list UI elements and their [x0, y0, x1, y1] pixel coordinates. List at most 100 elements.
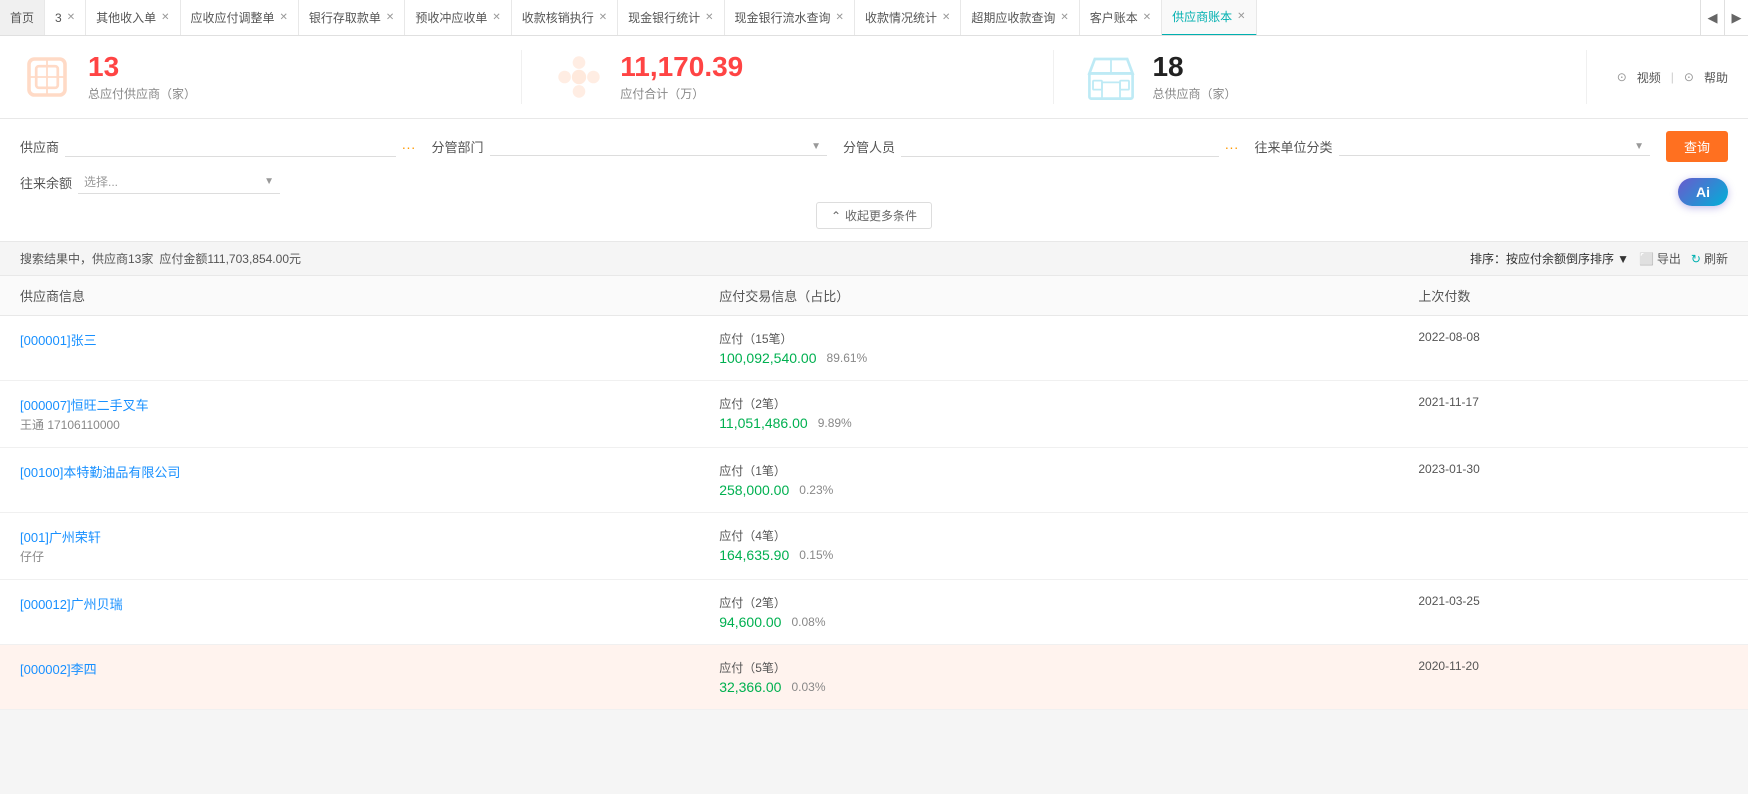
payable-total-number: 11,170.39 — [620, 52, 743, 83]
payable-suppliers-label: 总应付供应商（家） — [88, 85, 196, 102]
result-amount: 应付金额111,703,854.00元 — [159, 250, 301, 267]
nav-tab-close[interactable]: ✕ — [599, 12, 607, 23]
refresh-button[interactable]: ↻ 刷新 — [1691, 250, 1728, 267]
nav-tab-label: 预收冲应收单 — [415, 9, 487, 26]
table-row: [001]广州荣轩仔仔应付（4笔）164,635.900.15% — [0, 513, 1748, 580]
nav-tab-advance[interactable]: 预收冲应收单 ✕ — [405, 0, 511, 36]
nav-tab-cash-bank-flow[interactable]: 现金银行流水查询 ✕ — [725, 0, 855, 36]
amount-row: 258,000.000.23% — [719, 482, 1378, 498]
col-supplier-info: 供应商信息 — [0, 276, 699, 316]
nav-tab-home[interactable]: 首页 — [0, 0, 45, 36]
nav-tab-bank-deposit[interactable]: 银行存取款单✕ — [299, 0, 405, 36]
nav-tab-receipt-verify[interactable]: 收款核销执行 ✕ — [512, 0, 618, 36]
person-input[interactable] — [901, 136, 1218, 157]
supplier-link[interactable]: [001]广州荣轩 — [20, 530, 101, 545]
collapse-button[interactable]: ⌃ 收起更多条件 — [816, 202, 932, 229]
department-dropdown-icon: ▼ — [811, 141, 821, 152]
nav-tab-close[interactable]: ✕ — [705, 12, 713, 23]
tx-info-cell: 应付（4笔）164,635.900.15% — [699, 513, 1398, 580]
total-suppliers-number: 18 — [1152, 52, 1236, 83]
supplier-info-cell: [00100]本特勤油品有限公司 — [0, 448, 699, 513]
table-row: [000002]李四应付（5笔）32,366.000.03%2020-11-20 — [0, 645, 1748, 710]
nav-tab-label: 现金银行统计 — [628, 9, 700, 26]
nav-tab-close[interactable]: ✕ — [280, 12, 288, 23]
nav-tab-cash-bank-stat[interactable]: 现金银行统计 ✕ — [618, 0, 724, 36]
help-link[interactable]: 帮助 — [1704, 69, 1728, 86]
summary-links: ⊙ 视频 | ⊙ 帮助 — [1617, 69, 1728, 86]
filter-department: 分管部门 ▼ — [432, 137, 828, 156]
tx-info-cell: 应付（1笔）258,000.000.23% — [699, 448, 1398, 513]
nav-tab-close[interactable]: ✕ — [161, 12, 169, 23]
nav-tab-close[interactable]: ✕ — [942, 12, 950, 23]
export-button[interactable]: ⬜ 导出 — [1639, 250, 1681, 267]
export-label: 导出 — [1657, 250, 1681, 267]
export-icon: ⬜ — [1639, 252, 1654, 266]
nav-tab-close[interactable]: ✕ — [1060, 12, 1068, 23]
supplier-link[interactable]: [000002]李四 — [20, 662, 97, 677]
supplier-input[interactable] — [65, 136, 395, 157]
sort-button[interactable]: 排序：按应付余额倒序排序 ▼ — [1470, 250, 1629, 267]
nav-tab-ap-adjust[interactable]: 应收应付调整单✕ — [181, 0, 299, 36]
table-row: [000007]恒旺二手叉车王通 17106110000应付（2笔）11,051… — [0, 381, 1748, 448]
nav-tab-close[interactable]: ✕ — [67, 12, 75, 23]
nav-tab-close[interactable]: ✕ — [836, 12, 844, 23]
search-button[interactable]: 查询 — [1666, 131, 1728, 162]
nav-tab-supplier-account[interactable]: 供应商账本✕ — [1162, 0, 1256, 36]
nav-tab-label: 其他收入单 — [96, 9, 156, 26]
tx-info-block: 应付（4笔）164,635.900.15% — [719, 527, 1378, 563]
video-link[interactable]: 视频 — [1637, 69, 1661, 86]
supplier-link[interactable]: [00100]本特勤油品有限公司 — [20, 465, 180, 480]
nav-tab-overdue-query[interactable]: 超期应收款查询✕ — [961, 0, 1079, 36]
amount-value[interactable]: 94,600.00 — [719, 614, 781, 630]
last-date-value: 2021-03-25 — [1418, 594, 1479, 608]
collapse-label: 收起更多条件 — [845, 207, 917, 224]
refresh-label: 刷新 — [1704, 250, 1728, 267]
nav-tab-label: 收款核销执行 — [522, 9, 594, 26]
nav-tab-close[interactable]: ✕ — [1237, 11, 1245, 22]
nav-tab-other-income[interactable]: 其他收入单 ✕ — [86, 0, 180, 36]
summary-total-suppliers: 18 总供应商（家） — [1084, 50, 1586, 104]
nav-tab-tab1[interactable]: 3✕ — [45, 0, 86, 36]
supplier-info-cell: [000001]张三 — [0, 316, 699, 381]
tx-info-cell: 应付（2笔）94,600.000.08% — [699, 580, 1398, 645]
ai-button[interactable]: Ai — [1678, 178, 1728, 206]
nav-tab-close[interactable]: ✕ — [386, 12, 394, 23]
circle-icon2: ⊙ — [1684, 70, 1694, 84]
last-date-cell — [1398, 513, 1748, 580]
supplier-info-cell: [000007]恒旺二手叉车王通 17106110000 — [0, 381, 699, 448]
nav-arrow-right[interactable]: ▶ — [1724, 0, 1748, 36]
amount-value[interactable]: 32,366.00 — [719, 679, 781, 695]
supplier-ellipsis-icon[interactable]: ··· — [402, 139, 416, 155]
nav-arrow-left[interactable]: ◀ — [1700, 0, 1724, 36]
nav-tab-receipt-stat[interactable]: 收款情况统计 ✕ — [855, 0, 961, 36]
department-select[interactable]: ▼ — [490, 138, 827, 156]
refresh-icon: ↻ — [1691, 252, 1701, 266]
nav-tab-close[interactable]: ✕ — [492, 12, 500, 23]
department-label: 分管部门 — [432, 137, 484, 156]
person-ellipsis-icon[interactable]: ··· — [1225, 139, 1239, 155]
category-select[interactable]: ▼ — [1339, 138, 1650, 156]
payable-total-text: 11,170.39 应付合计（万） — [620, 52, 743, 102]
amount-value[interactable]: 11,051,486.00 — [719, 415, 808, 431]
sort-icon: ▼ — [1617, 252, 1629, 266]
nav-tab-label: 收款情况统计 — [865, 9, 937, 26]
payable-suppliers-number: 13 — [88, 52, 196, 83]
tx-info-block: 应付（5笔）32,366.000.03% — [719, 659, 1378, 695]
amount-row: 94,600.00 0.08% — [719, 614, 1378, 630]
nav-tab-label: 现金银行流水查询 — [735, 9, 831, 26]
balance-label: 往来余额 — [20, 173, 72, 192]
nav-tab-close[interactable]: ✕ — [1143, 12, 1151, 23]
supplier-link[interactable]: [000001]张三 — [20, 333, 97, 348]
amount-value[interactable]: 164,635.90 — [719, 547, 789, 563]
last-date-value: 2021-11-17 — [1418, 395, 1479, 409]
summary-payable-total: 11,170.39 应付合计（万） — [552, 50, 1054, 104]
balance-select[interactable]: 选择... ▼ — [78, 170, 280, 194]
amount-value[interactable]: 100,092,540.00 — [719, 350, 816, 366]
nav-tab-customer-account[interactable]: 客户账本✕ — [1080, 0, 1162, 36]
amount-value[interactable]: 258,000.00 — [719, 482, 789, 498]
last-date-cell: 2022-08-08 — [1398, 316, 1748, 381]
supplier-link[interactable]: [000007]恒旺二手叉车 — [20, 398, 149, 413]
tx-pct: 0.08% — [791, 615, 825, 629]
filter-row-1: 供应商 ··· 分管部门 ▼ 分管人员 ··· 往来单位分类 ▼ 查询 — [20, 131, 1728, 162]
supplier-link[interactable]: [000012]广州贝瑞 — [20, 597, 123, 612]
